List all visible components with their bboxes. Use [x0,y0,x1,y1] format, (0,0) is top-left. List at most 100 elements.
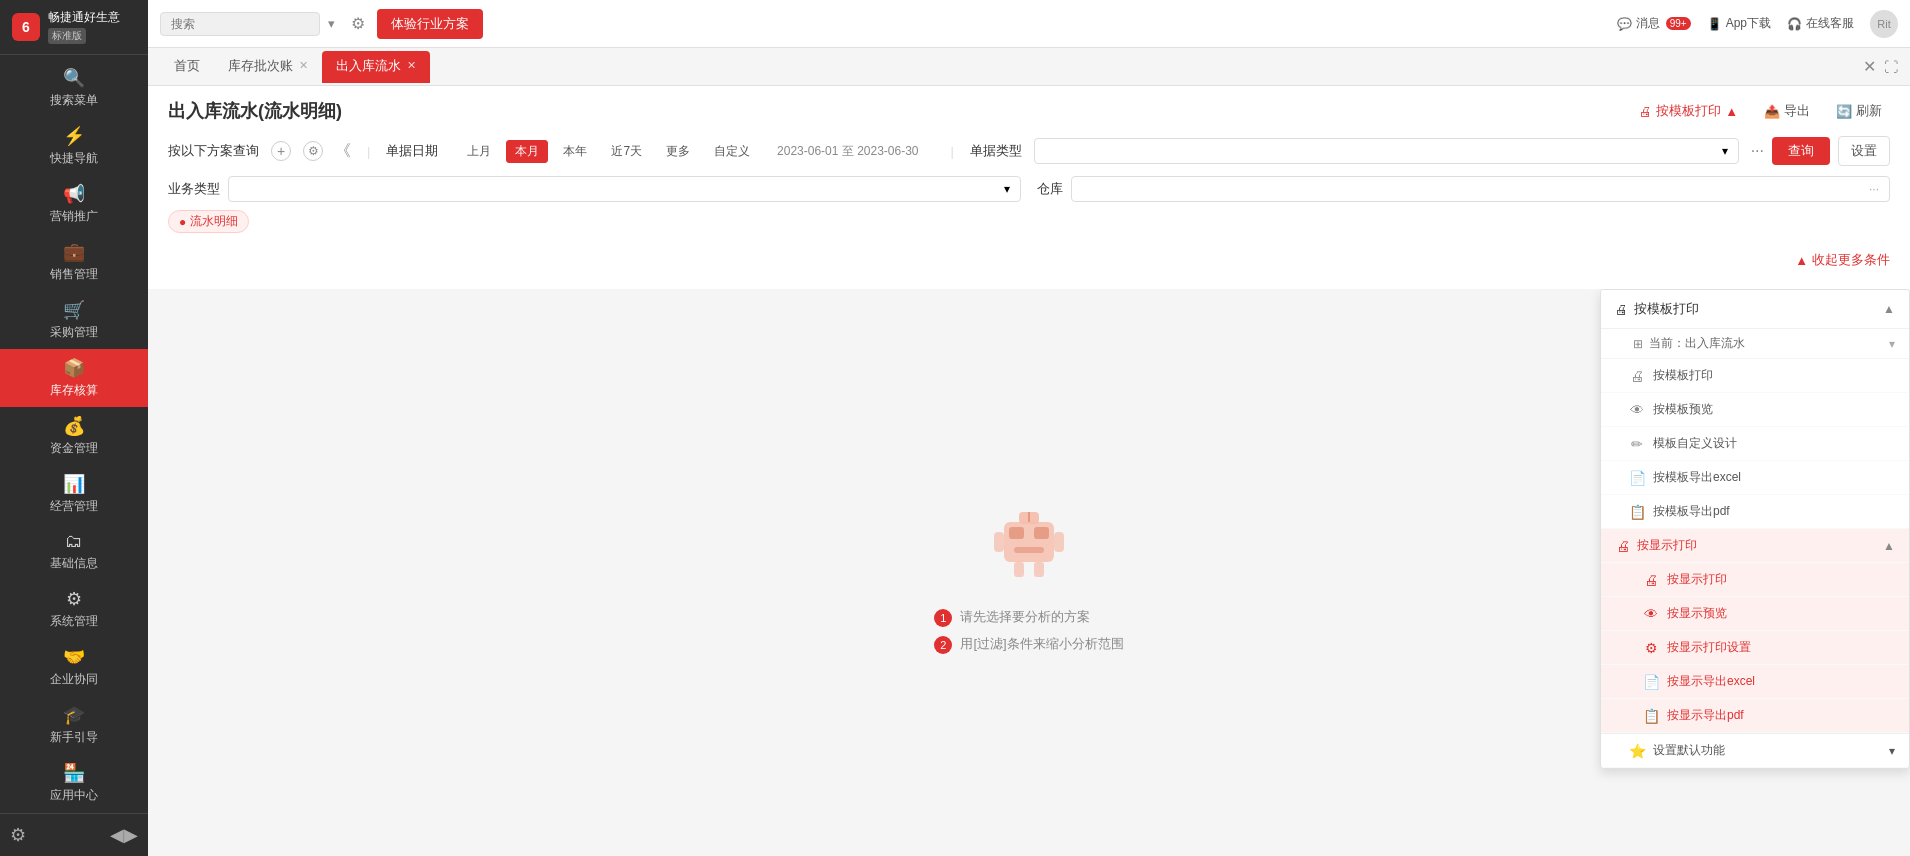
search-chevron-icon[interactable]: ▾ [328,16,335,31]
tag-icon: ● [179,215,186,229]
filter-collapse-icon[interactable]: 《 [335,141,351,162]
print-btn[interactable]: 🖨 按模板打印 ▲ [1631,98,1746,124]
warehouse-select[interactable]: ··· [1071,176,1890,202]
sidebar-item-operation[interactable]: 📊 经营管理 [0,465,148,523]
basic-icon: 🗂 [65,531,83,552]
filter-add-btn[interactable]: + [271,141,291,161]
query-btn[interactable]: 查询 [1772,137,1830,165]
sidebar-label-guide: 新手引导 [50,729,98,746]
set-btn[interactable]: 设置 [1838,136,1890,166]
star-icon: ⭐ [1629,743,1645,759]
sidebar-item-cooperation[interactable]: 🤝 企业协同 [0,638,148,696]
sidebar-item-app-center[interactable]: 🏪 应用中心 [0,754,148,812]
dropdown-collapse-icon[interactable]: ▲ [1883,302,1895,316]
empty-tip-1: 1 请先选择要分析的方案 [934,608,1123,627]
dropdown-item-display-print-settings[interactable]: ⚙ 按显示打印设置 [1601,631,1909,665]
collapse-bar[interactable]: ▲ 收起更多条件 [168,243,1890,277]
dropdown-item-template-preview[interactable]: 👁 按模板预览 [1601,393,1909,427]
sidebar-label-operation: 经营管理 [50,498,98,515]
dropdown-item-template-print[interactable]: 🖨 按模板打印 [1601,359,1909,393]
display-pdf-icon: 📋 [1643,708,1659,724]
current-arrow-icon: ▾ [1889,337,1895,351]
type-label: 单据类型 [970,142,1022,160]
template-export-excel-label: 按模板导出excel [1653,469,1741,486]
current-icon: ⊞ [1633,337,1643,351]
sidebar-item-finance[interactable]: 💰 资金管理 [0,407,148,465]
tab-home[interactable]: 首页 [160,51,214,83]
tab-batch-ledger-close-icon[interactable]: ✕ [299,59,308,72]
sidebar-label-basic: 基础信息 [50,555,98,572]
biz-type-select[interactable]: ▾ [228,176,1021,202]
sidebar-item-quick-nav[interactable]: ⚡ 快捷导航 [0,117,148,175]
app-download-label: App下载 [1726,15,1771,32]
date-btn-last-month[interactable]: 上月 [458,140,500,163]
operation-icon: 📊 [63,473,85,495]
dropdown-current[interactable]: ⊞ 当前：出入库流水 ▾ [1601,329,1909,359]
display-print-section-icon: 🖨 [1615,538,1631,554]
more-dots-icon[interactable]: ··· [1751,142,1764,160]
tab-batch-ledger[interactable]: 库存批次账 ✕ [214,51,322,83]
sidebar-label-marketing: 营销推广 [50,208,98,225]
dropdown-item-display-export-pdf[interactable]: 📋 按显示导出pdf [1601,699,1909,733]
dropdown-item-template-export-pdf[interactable]: 📋 按模板导出pdf [1601,495,1909,529]
topbar-gear-icon[interactable]: ⚙ [351,14,365,33]
app-download-btn[interactable]: 📱 App下载 [1707,15,1771,32]
online-service-btn[interactable]: 🎧 在线客服 [1787,15,1854,32]
sidebar-item-marketing[interactable]: 📢 营销推广 [0,175,148,233]
date-btn-more[interactable]: 更多 [657,140,699,163]
svg-rect-6 [994,532,1004,552]
dropdown-header: 🖨 按模板打印 ▲ [1601,290,1909,329]
sidebar-item-system[interactable]: ⚙ 系统管理 [0,580,148,638]
sidebar-item-search[interactable]: 🔍 搜索菜单 [0,59,148,117]
sidebar-item-purchase[interactable]: 🛒 采购管理 [0,291,148,349]
date-btn-this-month[interactable]: 本月 [506,140,548,163]
message-btn[interactable]: 💬 消息 99+ [1617,15,1691,32]
dropdown-item-set-default[interactable]: ⭐ 设置默认功能 ▾ [1601,733,1909,768]
avatar[interactable]: Rit [1870,10,1898,38]
dropdown-item-template-custom[interactable]: ✏ 模板自定义设计 [1601,427,1909,461]
preview-icon: 👁 [1629,402,1645,418]
logo-text-block: 畅捷通好生意 标准版 [48,10,120,44]
filter-tag-flow[interactable]: ● 流水明细 [168,210,249,233]
tip-text-1: 请先选择要分析的方案 [960,608,1090,626]
biz-type-label: 业务类型 [168,180,220,198]
phone-icon: 📱 [1707,17,1722,31]
biz-type-group: 业务类型 ▾ [168,176,1021,202]
tab-flow[interactable]: 出入库流水 ✕ [322,51,430,83]
search-input[interactable] [160,12,320,36]
industry-btn[interactable]: 体验行业方案 [377,9,483,39]
dropdown-item-display-print[interactable]: 🖨 按显示打印 [1601,563,1909,597]
dropdown-item-template-export-excel[interactable]: 📄 按模板导出excel [1601,461,1909,495]
sidebar-item-sales[interactable]: 💼 销售管理 [0,233,148,291]
dropdown-section-display-print[interactable]: 🖨 按显示打印 ▲ [1601,529,1909,563]
collapse-icon[interactable]: ◀▶ [110,824,138,846]
sidebar-label-search: 搜索菜单 [50,92,98,109]
date-btn-this-year[interactable]: 本年 [554,140,596,163]
system-icon: ⚙ [66,588,82,610]
svg-rect-2 [1034,527,1049,539]
display-print-settings-label: 按显示打印设置 [1667,639,1751,656]
export-label: 导出 [1784,102,1810,120]
sidebar-item-guide[interactable]: 🎓 新手引导 [0,696,148,754]
finance-icon: 💰 [63,415,85,437]
tab-flow-close-icon[interactable]: ✕ [407,59,416,72]
template-preview-label: 按模板预览 [1653,401,1713,418]
section-arrow-up-icon[interactable]: ▲ [1883,539,1895,553]
refresh-btn[interactable]: 🔄 刷新 [1828,98,1890,124]
sidebar-item-inventory[interactable]: 📦 库存核算 [0,349,148,407]
sidebar-item-basic[interactable]: 🗂 基础信息 [0,523,148,580]
dropdown-item-display-export-excel[interactable]: 📄 按显示导出excel [1601,665,1909,699]
settings-icon[interactable]: ⚙ [10,824,26,846]
warehouse-dots-icon[interactable]: ··· [1869,182,1879,196]
date-btn-custom[interactable]: 自定义 [705,140,759,163]
cooperation-icon: 🤝 [63,646,85,668]
close-panel-icon[interactable]: ✕ [1863,57,1876,76]
online-service-label: 在线客服 [1806,15,1854,32]
dropdown-item-display-preview[interactable]: 👁 按显示预览 [1601,597,1909,631]
sidebar-item-wechat[interactable]: 💬 企业微信 [0,812,148,813]
expand-icon[interactable]: ⛶ [1884,59,1898,75]
export-btn[interactable]: 📤 导出 [1756,98,1818,124]
type-select[interactable]: ▾ [1034,138,1739,164]
filter-set-btn[interactable]: ⚙ [303,141,323,161]
date-btn-7days[interactable]: 近7天 [602,140,651,163]
